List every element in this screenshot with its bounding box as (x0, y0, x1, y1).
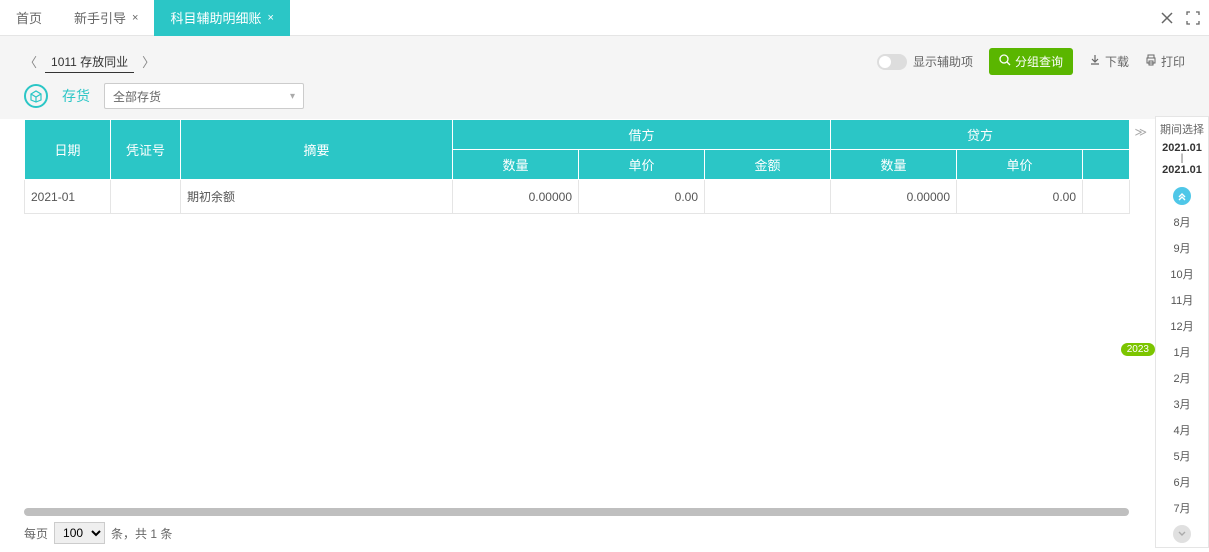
cell-debit-amount (705, 180, 831, 214)
print-button[interactable]: 打印 (1145, 53, 1185, 70)
tab-label: 新手引导 (74, 8, 126, 27)
cell-credit-amount (1083, 180, 1130, 214)
chevron-down-icon: ▾ (290, 91, 295, 102)
show-aux-label: 显示辅助项 (913, 53, 973, 70)
account-label: 1011 存放同业 (51, 55, 128, 69)
close-icon[interactable]: × (267, 12, 273, 24)
inventory-icon (24, 84, 48, 108)
chevron-right-icon[interactable]: 〉 (142, 52, 155, 71)
col-debit-price: 单价 (579, 150, 705, 180)
button-label: 打印 (1161, 53, 1185, 70)
col-debit-qty: 数量 (453, 150, 579, 180)
period-item[interactable]: 6月 (1156, 469, 1208, 495)
search-icon (999, 54, 1011, 69)
filter-category-label: 存货 (62, 86, 90, 106)
horizontal-scrollbar[interactable] (24, 508, 1129, 516)
period-item[interactable]: 11月 (1156, 287, 1208, 313)
show-aux-toggle[interactable] (877, 54, 907, 70)
period-item[interactable]: 7月 (1156, 495, 1208, 521)
inventory-select[interactable]: 全部存货 ▾ (104, 83, 304, 109)
period-item[interactable]: 3月 (1156, 391, 1208, 417)
button-label: 下载 (1105, 53, 1129, 70)
scroll-down-icon[interactable] (1173, 525, 1191, 543)
print-icon (1145, 54, 1157, 69)
col-debit-amount: 金额 (705, 150, 831, 180)
period-panel: 期间选择 2021.01 | 2021.01 8月9月10月11月12月1月2月… (1155, 116, 1209, 548)
col-date: 日期 (25, 120, 111, 180)
period-item[interactable]: 5月 (1156, 443, 1208, 469)
cell-date: 2021-01 (25, 180, 111, 214)
account-navigator: 〈 1011 存放同业 〉 (24, 51, 155, 73)
period-item[interactable]: 2月 (1156, 365, 1208, 391)
toolbar: 〈 1011 存放同业 〉 显示辅助项 分组查询 下载 打印 (0, 36, 1209, 83)
period-item[interactable]: 1月 (1156, 339, 1208, 365)
col-credit-qty: 数量 (831, 150, 957, 180)
cell-credit-price: 0.00 (957, 180, 1083, 214)
tab-label: 科目辅助明细账 (170, 8, 261, 27)
period-range[interactable]: 2021.01 | 2021.01 (1156, 141, 1208, 183)
expand-columns-icon[interactable]: ≫ (1134, 125, 1147, 139)
filter-row: 存货 全部存货 ▾ (0, 83, 1209, 119)
cell-summary: 期初余额 (181, 180, 453, 214)
col-credit-amount (1083, 150, 1130, 180)
per-page-select[interactable]: 100 (54, 522, 105, 544)
group-query-button[interactable]: 分组查询 (989, 48, 1073, 75)
period-item[interactable]: 8月 (1156, 209, 1208, 235)
download-button[interactable]: 下载 (1089, 53, 1129, 70)
tab-label: 首页 (16, 8, 42, 27)
pagination: 每页 100 条，共 1 条 (24, 522, 172, 544)
account-select[interactable]: 1011 存放同业 (45, 51, 134, 73)
period-item[interactable]: 12月 (1156, 313, 1208, 339)
col-voucher: 凭证号 (111, 120, 181, 180)
ledger-table: ≫ 日期 凭证号 摘要 借方 贷方 数量 单价 金额 数量 单价 20 (24, 119, 1129, 524)
scroll-up-icon[interactable] (1173, 187, 1191, 205)
col-debit: 借方 (453, 120, 831, 150)
close-icon[interactable]: × (132, 12, 138, 24)
period-title: 期间选择 (1156, 117, 1208, 141)
show-aux-toggle-wrap: 显示辅助项 (877, 53, 973, 70)
tab-bar: 首页 新手引导 × 科目辅助明细账 × (0, 0, 1209, 36)
col-summary: 摘要 (181, 120, 453, 180)
tab-aux-ledger[interactable]: 科目辅助明细账 × (154, 0, 289, 36)
tab-home[interactable]: 首页 (0, 0, 58, 36)
cell-debit-price: 0.00 (579, 180, 705, 214)
period-item[interactable]: 4月 (1156, 417, 1208, 443)
period-item[interactable]: 9月 (1156, 235, 1208, 261)
table-row[interactable]: 2021-01期初余额0.000000.000.000000.00 (25, 180, 1130, 214)
cell-debit-qty: 0.00000 (453, 180, 579, 214)
button-label: 分组查询 (1015, 53, 1063, 70)
per-page-label: 每页 (24, 525, 48, 542)
chevron-left-icon[interactable]: 〈 (24, 52, 37, 71)
range-separator-icon: | (1158, 155, 1206, 163)
col-credit-price: 单价 (957, 150, 1083, 180)
total-count: 条，共 1 条 (111, 525, 172, 542)
tab-guide[interactable]: 新手引导 × (58, 0, 154, 36)
select-value: 全部存货 (113, 88, 161, 105)
cell-voucher (111, 180, 181, 214)
year-badge: 2023 (1121, 343, 1155, 356)
download-icon (1089, 54, 1101, 69)
period-to: 2021.01 (1162, 164, 1202, 176)
cell-credit-qty: 0.00000 (831, 180, 957, 214)
close-all-icon[interactable] (1159, 10, 1175, 26)
fullscreen-icon[interactable] (1185, 10, 1201, 26)
period-item[interactable]: 10月 (1156, 261, 1208, 287)
col-credit: 贷方 (831, 120, 1130, 150)
